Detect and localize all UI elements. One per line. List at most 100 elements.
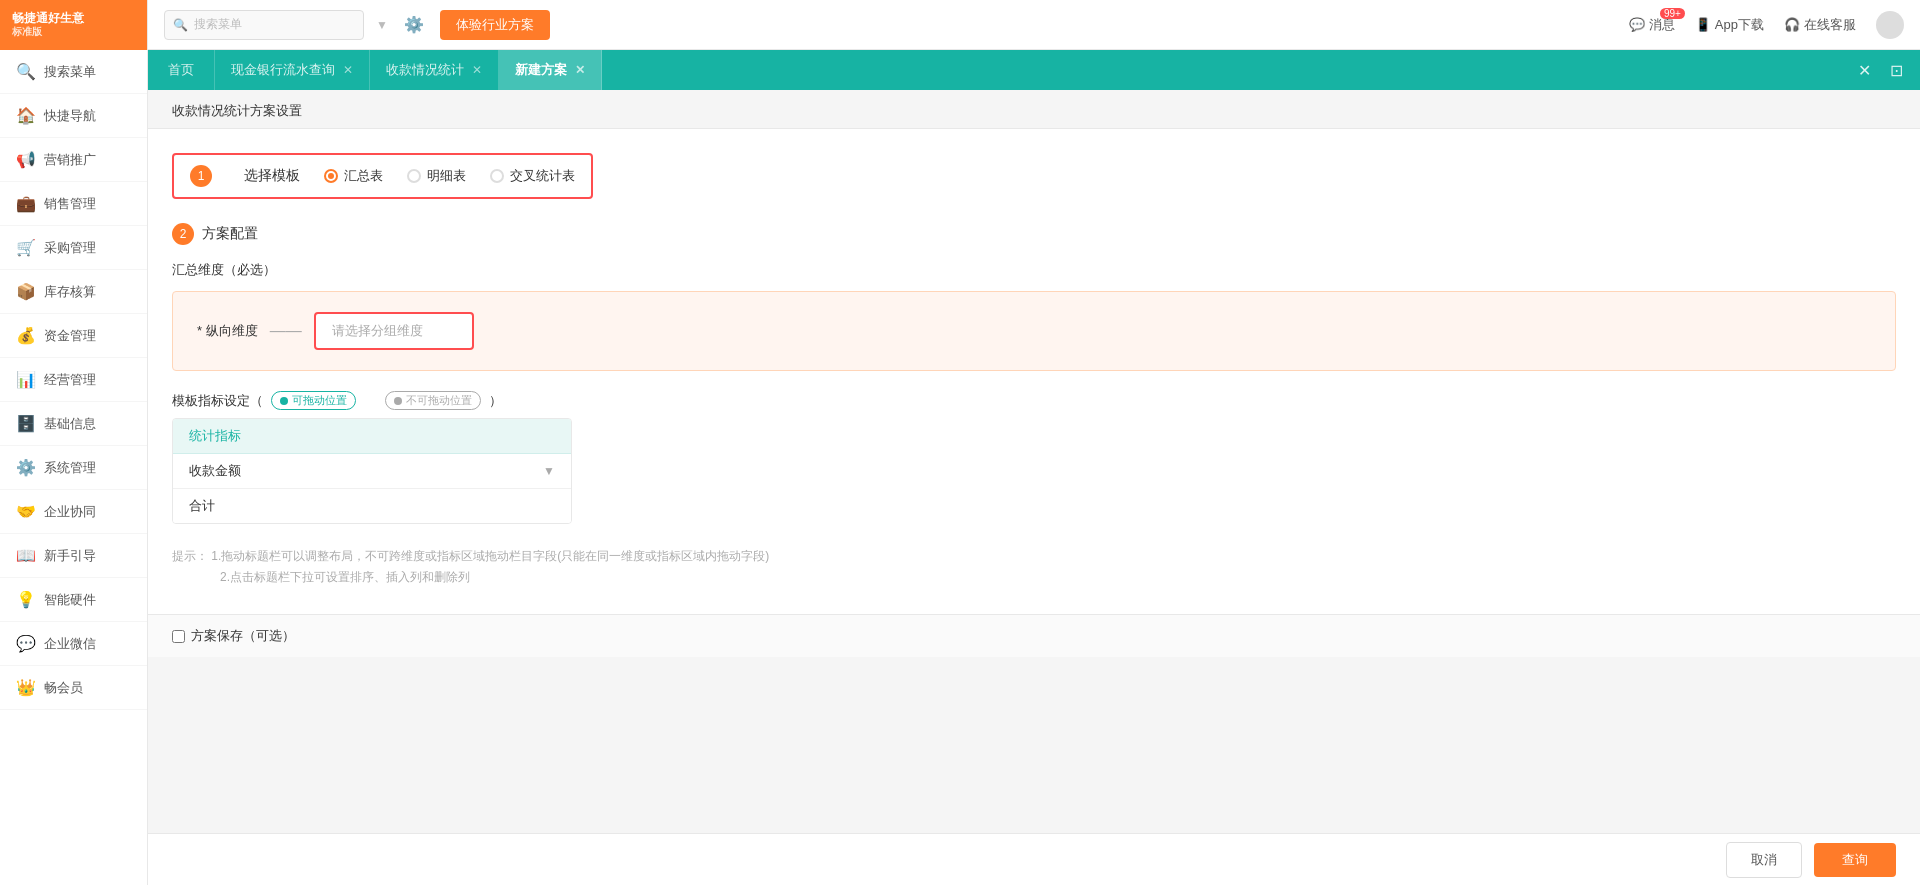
tab-expand-btn[interactable]: ⊡ [1884,58,1908,82]
metrics-row-1: 合计 [173,489,571,523]
sidebar-item-label: 新手引导 [44,547,96,565]
metrics-config-label: 模板指标设定（ 可拖动位置 不可拖动位置 ） [172,391,1896,410]
metrics-section: 模板指标设定（ 可拖动位置 不可拖动位置 ） 统计指标 [172,391,1896,524]
vertical-dim-label: * 纵向维度 [197,322,258,340]
save-checkbox[interactable] [172,630,185,643]
message-button[interactable]: 💬 消息 99+ [1629,16,1675,34]
guide-icon: 📖 [16,546,36,565]
template-selection: 1 选择模板 汇总表 明细表 交叉统计表 [172,153,593,199]
cancel-button[interactable]: 取消 [1726,842,1802,878]
sidebar-item-member[interactable]: 👑 畅会员 [0,666,147,710]
sidebar-item-cooperation[interactable]: 🤝 企业协同 [0,490,147,534]
trial-button[interactable]: 体验行业方案 [440,10,550,40]
sidebar-item-label: 经营管理 [44,371,96,389]
management-icon: 📊 [16,370,36,389]
metrics-dropdown-icon-0[interactable]: ▼ [543,464,555,478]
purchase-icon: 🛒 [16,238,36,257]
radio-detail[interactable]: 明细表 [407,167,466,185]
topbar-search[interactable]: 🔍 搜索菜单 [164,10,364,40]
page-header: 收款情况统计方案设置 [148,90,1920,129]
marketing-icon: 📢 [16,150,36,169]
sidebar-item-search[interactable]: 🔍 搜索菜单 [0,50,147,94]
radio-summary[interactable]: 汇总表 [324,167,383,185]
tab-close-btn[interactable]: ✕ [1852,58,1876,82]
hardware-icon: 💡 [16,590,36,609]
non-draggable-label: 不可拖动位置 [406,393,472,408]
sidebar: 畅捷通好生意 标准版 🔍 搜索菜单 🏠 快捷导航 📢 营销推广 💼 销售管理 🛒… [0,0,148,885]
dimension-label: 汇总维度（必选） [172,261,1896,279]
topbar-dropdown[interactable]: ▼ [376,18,388,32]
sidebar-item-basic-info[interactable]: 🗄️ 基础信息 [0,402,147,446]
radio-cross-dot [490,169,504,183]
message-icon: 💬 [1629,17,1645,32]
user-avatar[interactable] [1876,11,1904,39]
basic-info-icon: 🗄️ [16,414,36,433]
radio-cross-label: 交叉统计表 [510,167,575,185]
tab-new-scheme-close[interactable]: ✕ [575,63,585,77]
finance-icon: 💰 [16,326,36,345]
tab-receipt-stats-label: 收款情况统计 [386,61,464,79]
radio-summary-dot [324,169,338,183]
tab-new-scheme-label: 新建方案 [515,61,567,79]
sidebar-item-purchase[interactable]: 🛒 采购管理 [0,226,147,270]
sidebar-item-label: 资金管理 [44,327,96,345]
weixin-icon: 💬 [16,634,36,653]
sidebar-item-inventory[interactable]: 📦 库存核算 [0,270,147,314]
form-area: 1 选择模板 汇总表 明细表 交叉统计表 [148,129,1920,614]
tab-new-scheme[interactable]: 新建方案 ✕ [499,50,602,90]
tab-receipt-stats[interactable]: 收款情况统计 ✕ [370,50,499,90]
footer-bar: 取消 查询 [148,833,1920,885]
sales-icon: 💼 [16,194,36,213]
sidebar-item-marketing[interactable]: 📢 营销推广 [0,138,147,182]
service-label: 在线客服 [1804,16,1856,34]
search-placeholder: 搜索菜单 [194,16,242,33]
tab-home-label: 首页 [168,61,194,79]
dropdown-text: ▼ [376,18,388,32]
metrics-name-0: 收款金额 [189,462,241,480]
radio-summary-label: 汇总表 [344,167,383,185]
sidebar-item-label: 企业微信 [44,635,96,653]
online-service-button[interactable]: 🎧 在线客服 [1784,16,1856,34]
main-area: 🔍 搜索菜单 ▼ ⚙️ 体验行业方案 💬 消息 99+ 📱 App下载 🎧 在线… [148,0,1920,885]
member-icon: 👑 [16,678,36,697]
save-label: 方案保存（可选） [191,627,295,645]
query-button[interactable]: 查询 [1814,843,1896,877]
sidebar-item-hardware[interactable]: 💡 智能硬件 [0,578,147,622]
search-icon: 🔍 [173,18,188,32]
radio-cross[interactable]: 交叉统计表 [490,167,575,185]
tab-receipt-stats-close[interactable]: ✕ [472,63,482,77]
radio-detail-dot [407,169,421,183]
search-icon: 🔍 [16,62,36,81]
tip-1: 2.点击标题栏下拉可设置排序、插入列和删除列 [172,569,1896,586]
tab-cash-bank[interactable]: 现金银行流水查询 ✕ [215,50,370,90]
sidebar-item-label: 库存核算 [44,283,96,301]
section1-title: 选择模板 [244,167,300,185]
inventory-icon: 📦 [16,282,36,301]
message-badge: 99+ [1660,8,1685,19]
tips-section: 提示： 1.拖动标题栏可以调整布局，不可跨维度或指标区域拖动栏目字段(只能在同一… [172,548,1896,586]
app-download-button[interactable]: 📱 App下载 [1695,16,1764,34]
download-icon: 📱 [1695,17,1711,32]
metrics-header: 统计指标 [173,419,571,454]
draggable-dot [280,397,288,405]
sidebar-item-weixin[interactable]: 💬 企业微信 [0,622,147,666]
tab-cash-bank-close[interactable]: ✕ [343,63,353,77]
system-icon: ⚙️ [16,458,36,477]
sidebar-item-label: 销售管理 [44,195,96,213]
sidebar-item-guide[interactable]: 📖 新手引导 [0,534,147,578]
sidebar-item-finance[interactable]: 💰 资金管理 [0,314,147,358]
gear-icon[interactable]: ⚙️ [404,15,424,34]
sidebar-item-management[interactable]: 📊 经营管理 [0,358,147,402]
section1-number: 1 [190,165,212,187]
sidebar-item-system[interactable]: ⚙️ 系统管理 [0,446,147,490]
sidebar-item-home[interactable]: 🏠 快捷导航 [0,94,147,138]
draggable-badge: 可拖动位置 [271,391,356,410]
dimension-section: 汇总维度（必选） * 纵向维度 —— 请选择分组维度 [172,261,1896,371]
tab-home[interactable]: 首页 [148,50,215,90]
vertical-dim-selector[interactable]: 请选择分组维度 [314,312,474,350]
dimension-area: * 纵向维度 —— 请选择分组维度 [172,291,1896,371]
sidebar-item-label: 快捷导航 [44,107,96,125]
sidebar-item-sales[interactable]: 💼 销售管理 [0,182,147,226]
sidebar-item-label: 采购管理 [44,239,96,257]
sidebar-item-label: 畅会员 [44,679,83,697]
